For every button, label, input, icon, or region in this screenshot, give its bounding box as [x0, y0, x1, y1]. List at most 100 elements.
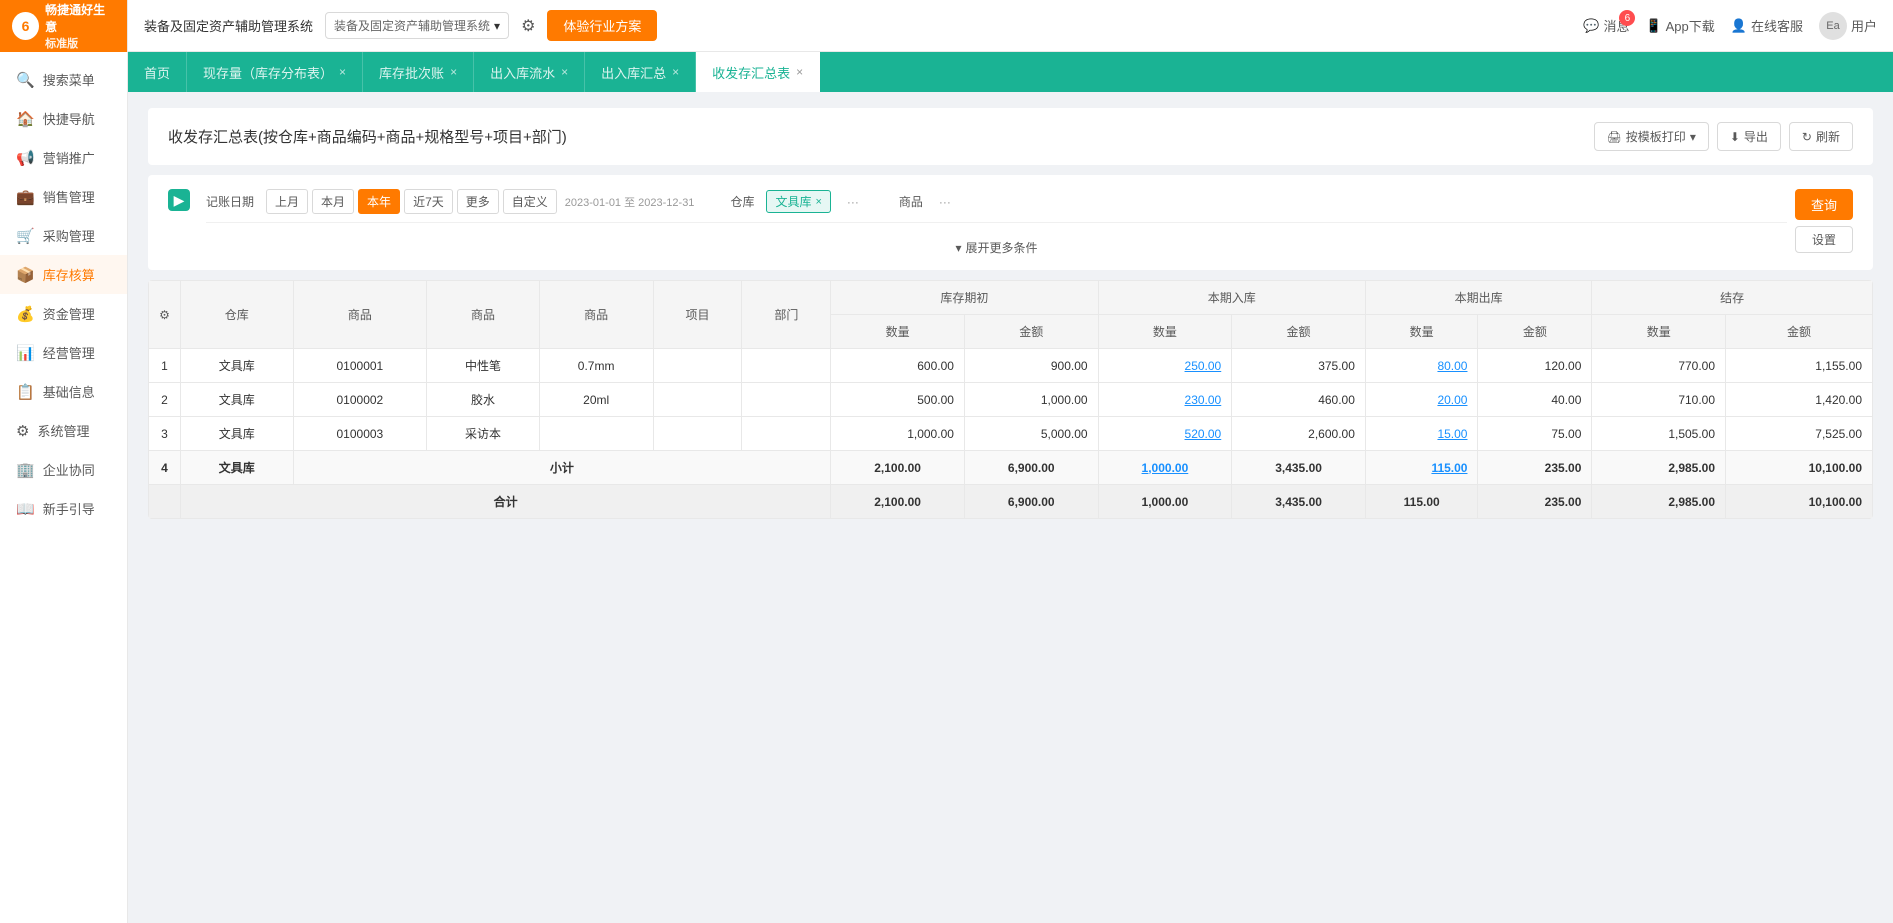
tab-inventory-dist[interactable]: 现存量（库存分布表） ×	[187, 52, 363, 92]
refresh-btn[interactable]: ↻ 刷新	[1789, 122, 1853, 151]
tab-home[interactable]: 首页	[128, 52, 187, 92]
tab-inout-summary-close[interactable]: ×	[672, 65, 679, 79]
sidebar-label-guide: 新手引导	[43, 499, 95, 518]
tab-batch-close[interactable]: ×	[450, 65, 457, 79]
sub-in-qty[interactable]: 1,000.00	[1098, 451, 1232, 485]
export-label: 导出	[1744, 128, 1768, 145]
sidebar-item-system[interactable]: ⚙ 系统管理	[0, 411, 127, 450]
out-qty-link[interactable]: 80.00	[1437, 359, 1467, 373]
sub-no: 4	[149, 451, 181, 485]
system-selector-text: 装备及固定资产辅助管理系统	[334, 17, 490, 34]
row-out-qty[interactable]: 80.00	[1365, 349, 1478, 383]
sidebar-item-marketing[interactable]: 📢 营销推广	[0, 138, 127, 177]
table-settings-header[interactable]: ⚙	[149, 281, 181, 349]
sidebar-menu: 🔍 搜索菜单 🏠 快捷导航 📢 营销推广 💼 销售管理 🛒 采购管理 📦 库存核…	[0, 52, 127, 536]
date-btn-more[interactable]: 更多	[457, 189, 499, 214]
sidebar-item-guide[interactable]: 📖 新手引导	[0, 489, 127, 528]
finance-icon: 💰	[16, 305, 35, 323]
row-warehouse: 文具库	[181, 349, 294, 383]
in-qty-link[interactable]: 230.00	[1185, 393, 1222, 407]
date-btn-thismonth[interactable]: 本月	[312, 189, 354, 214]
filter-collapse-btn[interactable]: ▶	[168, 189, 190, 211]
in-qty-link[interactable]: 250.00	[1185, 359, 1222, 373]
chevron-down-icon: ▾	[494, 19, 500, 33]
col-name: 商品	[427, 281, 540, 349]
row-in-qty[interactable]: 230.00	[1098, 383, 1232, 417]
expand-label: 展开更多条件	[966, 239, 1038, 256]
chevron-down-icon2: ▾	[1690, 130, 1696, 144]
row-out-qty[interactable]: 15.00	[1365, 417, 1478, 451]
out-qty-link[interactable]: 20.00	[1437, 393, 1467, 407]
sidebar-item-operation[interactable]: 📊 经营管理	[0, 333, 127, 372]
row-in-amt: 375.00	[1232, 349, 1366, 383]
row-open-amt: 900.00	[964, 349, 1098, 383]
date-btn-lastmonth[interactable]: 上月	[266, 189, 308, 214]
filter-row1: 记账日期 上月 本月 本年 近7天 更多 自定义 2023-01-01 至 20…	[206, 189, 1787, 214]
row-project	[653, 349, 742, 383]
col-out-amt: 金额	[1478, 315, 1592, 349]
sidebar-item-purchase[interactable]: 🛒 采购管理	[0, 216, 127, 255]
row-code: 0100001	[293, 349, 427, 383]
row-out-qty[interactable]: 20.00	[1365, 383, 1478, 417]
row-name: 中性笔	[427, 349, 540, 383]
sidebar-item-basic[interactable]: 📋 基础信息	[0, 372, 127, 411]
goods-more-btn[interactable]: ···	[939, 195, 951, 209]
sub-out-amt: 235.00	[1478, 451, 1592, 485]
row-project	[653, 417, 742, 451]
date-btn-thisyear[interactable]: 本年	[358, 189, 400, 214]
data-table: ⚙ 仓库 商品 商品 商品 项目 部门 库存期初 本期入库 本期出库 结存 数量	[148, 280, 1873, 519]
sidebar-label-search: 搜索菜单	[43, 70, 95, 89]
date-btn-7days[interactable]: 近7天	[404, 189, 453, 214]
sidebar-label-sales: 销售管理	[43, 187, 95, 206]
sub-out-qty[interactable]: 115.00	[1365, 451, 1478, 485]
online-service-btn[interactable]: 👤 在线客服	[1731, 16, 1803, 35]
tab-batch[interactable]: 库存批次账 ×	[363, 52, 474, 92]
inventory-icon: 📦	[16, 266, 35, 284]
msg-icon: 💬	[1583, 18, 1599, 34]
warehouse-tag-close[interactable]: ×	[815, 196, 821, 208]
sub-in-amt: 3,435.00	[1232, 451, 1366, 485]
header-right: 💬 消息 6 📱 App下载 👤 在线客服 Ea 用户	[1583, 12, 1877, 40]
row-in-qty[interactable]: 520.00	[1098, 417, 1232, 451]
msg-btn[interactable]: 💬 消息 6	[1583, 16, 1629, 35]
out-qty-link[interactable]: 15.00	[1437, 427, 1467, 441]
warehouse-tag-value: 文具库	[775, 193, 811, 210]
tab-recv-send-summary[interactable]: 收发存汇总表 ×	[696, 52, 820, 92]
system-selector[interactable]: 装备及固定资产辅助管理系统 ▾	[325, 12, 509, 39]
expand-btn[interactable]: ▾ 展开更多条件	[955, 239, 1037, 256]
row-open-qty: 1,000.00	[831, 417, 965, 451]
warehouse-more-btn[interactable]: ···	[847, 195, 859, 209]
in-qty-link[interactable]: 520.00	[1185, 427, 1222, 441]
tab-inout-summary[interactable]: 出入库汇总 ×	[585, 52, 696, 92]
tab-bar: 首页 现存量（库存分布表） × 库存批次账 × 出入库流水 × 出入库汇总 × …	[128, 52, 1893, 92]
sidebar-item-sales[interactable]: 💼 销售管理	[0, 177, 127, 216]
setting-btn[interactable]: 设置	[1795, 226, 1853, 253]
quick-icon: 🏠	[16, 110, 35, 128]
gear-icon[interactable]: ⚙	[521, 16, 535, 36]
sidebar-item-inventory[interactable]: 📦 库存核算	[0, 255, 127, 294]
sub-in-qty-link[interactable]: 1,000.00	[1142, 461, 1189, 475]
row-out-amt: 120.00	[1478, 349, 1592, 383]
online-service-label: 在线客服	[1751, 16, 1803, 35]
col-group-out: 本期出库	[1365, 281, 1591, 315]
app-download-btn[interactable]: 📱 App下载	[1645, 16, 1714, 35]
col-out-qty: 数量	[1365, 315, 1478, 349]
sidebar-item-quick[interactable]: 🏠 快捷导航	[0, 99, 127, 138]
user-area[interactable]: Ea 用户	[1819, 12, 1877, 40]
date-btn-custom[interactable]: 自定义	[503, 189, 557, 214]
tab-inventory-dist-close[interactable]: ×	[339, 65, 346, 79]
sidebar-item-enterprise[interactable]: 🏢 企业协同	[0, 450, 127, 489]
exp-btn[interactable]: 体验行业方案	[547, 10, 657, 41]
service-icon: 👤	[1731, 18, 1747, 34]
sidebar-item-search[interactable]: 🔍 搜索菜单	[0, 60, 127, 99]
query-btn[interactable]: 查询	[1795, 189, 1853, 220]
print-btn[interactable]: 🖨 按模板打印 ▾	[1594, 122, 1709, 151]
tab-inout-flow-close[interactable]: ×	[561, 65, 568, 79]
sidebar-item-finance[interactable]: 💰 资金管理	[0, 294, 127, 333]
sub-out-qty-link[interactable]: 115.00	[1431, 461, 1467, 475]
tab-recv-send-close[interactable]: ×	[796, 65, 803, 79]
export-btn[interactable]: ⬇ 导出	[1717, 122, 1781, 151]
row-in-qty[interactable]: 250.00	[1098, 349, 1232, 383]
row-dept	[742, 417, 831, 451]
tab-inout-flow[interactable]: 出入库流水 ×	[474, 52, 585, 92]
